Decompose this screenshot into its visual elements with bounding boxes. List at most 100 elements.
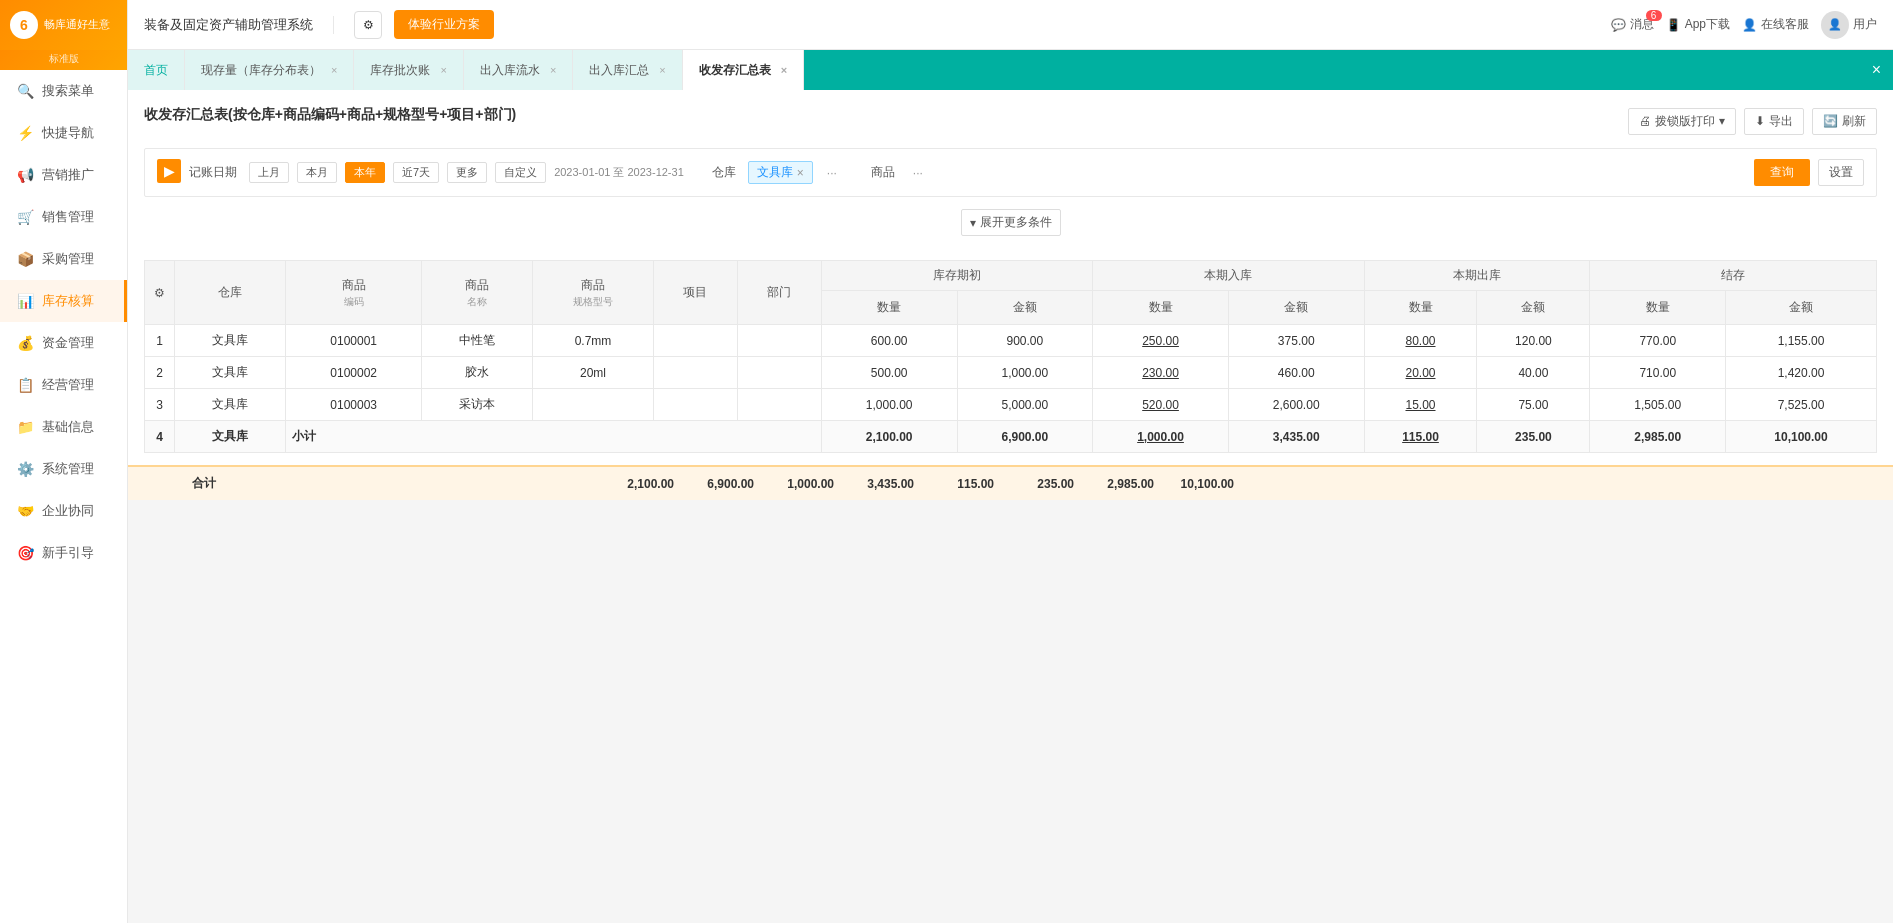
- subtotal-close-qty: 2,985.00: [1590, 421, 1726, 453]
- sidebar-item-label: 营销推广: [42, 166, 94, 184]
- user-avatar[interactable]: 👤 用户: [1821, 11, 1877, 39]
- sales-icon: 🛒: [16, 208, 34, 226]
- row-goods-name: 中性笔: [422, 325, 533, 357]
- tab-in-out-flow-close[interactable]: ×: [550, 64, 556, 76]
- tab-inventory-dist[interactable]: 现存量（库存分布表） ×: [185, 50, 354, 90]
- col-closing-header: 结存: [1590, 261, 1877, 291]
- row-out-amt: 120.00: [1477, 325, 1590, 357]
- table-row: 1 文具库 0100001 中性笔 0.7mm 600.00 900.00 25…: [145, 325, 1877, 357]
- tab-batch-close[interactable]: ×: [440, 64, 446, 76]
- page-header-section: 收发存汇总表(按仓库+商品编码+商品+规格型号+项目+部门) 🖨 拨锁版打印 ▾…: [128, 90, 1893, 248]
- tab-batch[interactable]: 库存批次账 ×: [354, 50, 463, 90]
- subtotal-out-qty[interactable]: 115.00: [1364, 421, 1477, 453]
- sidebar-item-quick-nav[interactable]: ⚡ 快捷导航: [0, 112, 127, 154]
- logo-icon: 6: [10, 11, 38, 39]
- export-label: 导出: [1769, 113, 1793, 130]
- this-month-btn[interactable]: 本月: [297, 162, 337, 183]
- refresh-btn[interactable]: 🔄 刷新: [1812, 108, 1877, 135]
- col-opening-header: 库存期初: [821, 261, 1092, 291]
- row-close-qty: 770.00: [1590, 325, 1726, 357]
- sidebar-item-search[interactable]: 🔍 搜索菜单: [0, 70, 127, 112]
- settings-gear-icon[interactable]: ⚙: [354, 11, 382, 39]
- sidebar-item-guide[interactable]: 🎯 新手引导: [0, 532, 127, 574]
- online-service-btn[interactable]: 👤 在线客服: [1742, 16, 1809, 33]
- tab-in-out-flow[interactable]: 出入库流水 ×: [464, 50, 573, 90]
- custom-date-btn[interactable]: 自定义: [495, 162, 546, 183]
- close-amt-header: 金额: [1726, 291, 1877, 325]
- row-in-amt: 2,600.00: [1228, 389, 1364, 421]
- filter-toggle-btn[interactable]: ▶: [157, 159, 181, 183]
- export-btn[interactable]: ⬇ 导出: [1744, 108, 1804, 135]
- tab-home[interactable]: 首页: [128, 50, 185, 90]
- sidebar-item-enterprise[interactable]: 🤝 企业协同: [0, 490, 127, 532]
- row-project: [653, 325, 737, 357]
- subtotal-in-qty[interactable]: 1,000.00: [1093, 421, 1229, 453]
- try-btn[interactable]: 体验行业方案: [394, 10, 494, 39]
- row-no: 3: [145, 389, 175, 421]
- this-year-btn[interactable]: 本年: [345, 162, 385, 183]
- print-btn[interactable]: 🖨 拨锁版打印 ▾: [1628, 108, 1736, 135]
- sidebar-item-finance[interactable]: 💰 资金管理: [0, 322, 127, 364]
- close-all-tabs[interactable]: ×: [1860, 61, 1893, 79]
- date-filter-label: 记账日期: [189, 164, 237, 181]
- warehouse-tag-close[interactable]: ×: [797, 166, 804, 180]
- tab-recv-send[interactable]: 收发存汇总表 ×: [683, 50, 804, 90]
- goods-filter-label: 商品: [871, 164, 895, 181]
- total-close-qty: 2,985.00: [1074, 477, 1154, 491]
- total-out-qty: 115.00: [914, 477, 994, 491]
- tab-in-out-summary[interactable]: 出入库汇总 ×: [573, 50, 682, 90]
- row-out-qty[interactable]: 80.00: [1364, 325, 1477, 357]
- last-7days-btn[interactable]: 近7天: [393, 162, 439, 183]
- sidebar-item-inventory[interactable]: 📊 库存核算: [0, 280, 127, 322]
- row-in-qty[interactable]: 250.00: [1093, 325, 1229, 357]
- sidebar-item-basic[interactable]: 📁 基础信息: [0, 406, 127, 448]
- filter-settings-btn[interactable]: 设置: [1818, 159, 1864, 186]
- guide-icon: 🎯: [16, 544, 34, 562]
- row-in-qty[interactable]: 230.00: [1093, 357, 1229, 389]
- row-out-qty[interactable]: 15.00: [1364, 389, 1477, 421]
- more-date-btn[interactable]: 更多: [447, 162, 487, 183]
- messages-btn[interactable]: 💬 消息 6: [1611, 16, 1654, 33]
- last-month-btn[interactable]: 上月: [249, 162, 289, 183]
- row-warehouse: 文具库: [175, 325, 286, 357]
- table-section: ⚙ 仓库 商品编码 商品名称 商品规格型号 项目 部门 库存期初 本期入库 本期…: [128, 248, 1893, 465]
- enterprise-icon: 🤝: [16, 502, 34, 520]
- sidebar-item-purchase[interactable]: 📦 采购管理: [0, 238, 127, 280]
- goods-more-dots[interactable]: ···: [907, 166, 929, 180]
- col-goods-name-header: 商品名称: [422, 261, 533, 325]
- row-goods-name: 采访本: [422, 389, 533, 421]
- top-header: 装备及固定资产辅助管理系统 ⚙ 体验行业方案 💬 消息 6 📱 App下载 👤 …: [128, 0, 1893, 50]
- out-amt-header: 金额: [1477, 291, 1590, 325]
- subtotal-close-amt: 10,100.00: [1726, 421, 1877, 453]
- row-goods-name: 胶水: [422, 357, 533, 389]
- purchase-icon: 📦: [16, 250, 34, 268]
- sidebar-item-label: 经营管理: [42, 376, 94, 394]
- sidebar-item-system[interactable]: ⚙️ 系统管理: [0, 448, 127, 490]
- print-label: 拨锁版打印: [1655, 113, 1715, 130]
- row-close-qty: 710.00: [1590, 357, 1726, 389]
- query-btn[interactable]: 查询: [1754, 159, 1810, 186]
- sidebar-item-marketing[interactable]: 📢 营销推广: [0, 154, 127, 196]
- expand-filters-btn[interactable]: ▾ 展开更多条件: [961, 209, 1061, 236]
- app-download-btn[interactable]: 📱 App下载: [1666, 16, 1730, 33]
- col-department-header: 部门: [737, 261, 821, 325]
- row-warehouse: 文具库: [175, 389, 286, 421]
- tab-recv-send-close[interactable]: ×: [781, 64, 787, 76]
- row-open-qty: 500.00: [821, 357, 957, 389]
- col-settings-header[interactable]: ⚙: [145, 261, 175, 325]
- row-out-qty[interactable]: 20.00: [1364, 357, 1477, 389]
- row-in-amt: 375.00: [1228, 325, 1364, 357]
- warehouse-more-dots[interactable]: ···: [821, 166, 843, 180]
- tab-in-out-summary-close[interactable]: ×: [659, 64, 665, 76]
- sidebar-item-operations[interactable]: 📋 经营管理: [0, 364, 127, 406]
- tab-inventory-dist-close[interactable]: ×: [331, 64, 337, 76]
- total-close-amt: 10,100.00: [1154, 477, 1234, 491]
- finance-icon: 💰: [16, 334, 34, 352]
- open-qty-header: 数量: [821, 291, 957, 325]
- row-goods-code: 0100001: [286, 325, 422, 357]
- basic-icon: 📁: [16, 418, 34, 436]
- sidebar-item-sales[interactable]: 🛒 销售管理: [0, 196, 127, 238]
- row-in-qty[interactable]: 520.00: [1093, 389, 1229, 421]
- tab-home-label: 首页: [144, 62, 168, 79]
- sidebar-item-label: 库存核算: [42, 292, 94, 310]
